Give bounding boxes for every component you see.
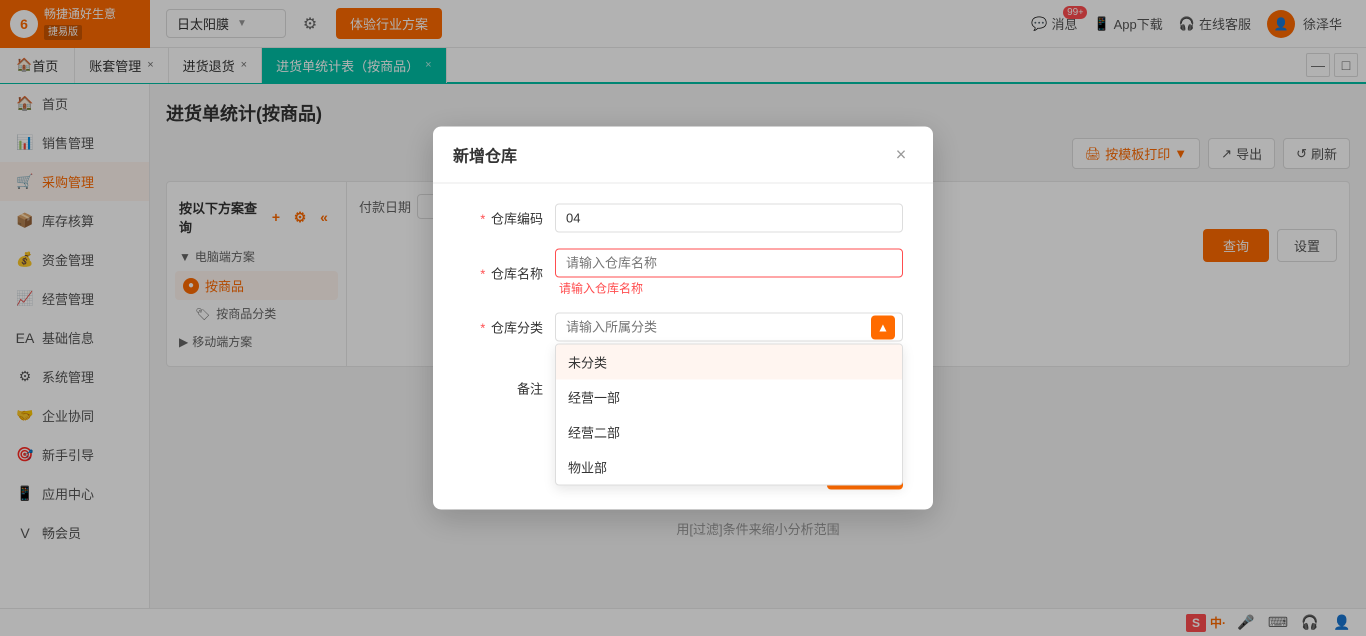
modal-header: 新增仓库 × <box>433 127 933 184</box>
name-field-wrap: 请输入仓库名称 <box>555 249 903 297</box>
modal-body: * 仓库编码 * 仓库名称 请输入仓库名称 * 仓库分类 ▲ <box>433 184 933 454</box>
warehouse-name-row: * 仓库名称 请输入仓库名称 <box>463 249 903 297</box>
name-error-msg: 请输入仓库名称 <box>559 280 903 297</box>
warehouse-code-input[interactable] <box>555 204 903 233</box>
dropdown-option-uncategorized[interactable]: 未分类 <box>556 345 902 380</box>
name-label: * 仓库名称 <box>463 263 543 282</box>
remark-label: 备注 <box>463 378 543 397</box>
warehouse-name-input[interactable] <box>555 249 903 278</box>
category-dropdown-toggle[interactable]: ▲ <box>871 315 895 339</box>
close-x-icon: × <box>896 144 907 165</box>
dropdown-option-property[interactable]: 物业部 <box>556 450 902 485</box>
category-label: * 仓库分类 <box>463 318 543 337</box>
modal-title: 新增仓库 <box>453 143 517 167</box>
category-dropdown-list: 未分类 经营一部 经营二部 物业部 <box>555 344 903 486</box>
category-input[interactable] <box>555 313 903 342</box>
warehouse-code-row: * 仓库编码 <box>463 204 903 233</box>
modal-close-button[interactable]: × <box>889 143 913 167</box>
add-warehouse-modal: 新增仓库 × * 仓库编码 * 仓库名称 请输入仓库名称 <box>433 127 933 510</box>
dropdown-option-ops2[interactable]: 经营二部 <box>556 415 902 450</box>
warehouse-category-row: * 仓库分类 ▲ 未分类 经营一部 经营二部 物业部 <box>463 313 903 342</box>
dropdown-option-ops1[interactable]: 经营一部 <box>556 380 902 415</box>
category-dropdown-wrap: ▲ 未分类 经营一部 经营二部 物业部 <box>555 313 903 342</box>
code-label: * 仓库编码 <box>463 209 543 228</box>
